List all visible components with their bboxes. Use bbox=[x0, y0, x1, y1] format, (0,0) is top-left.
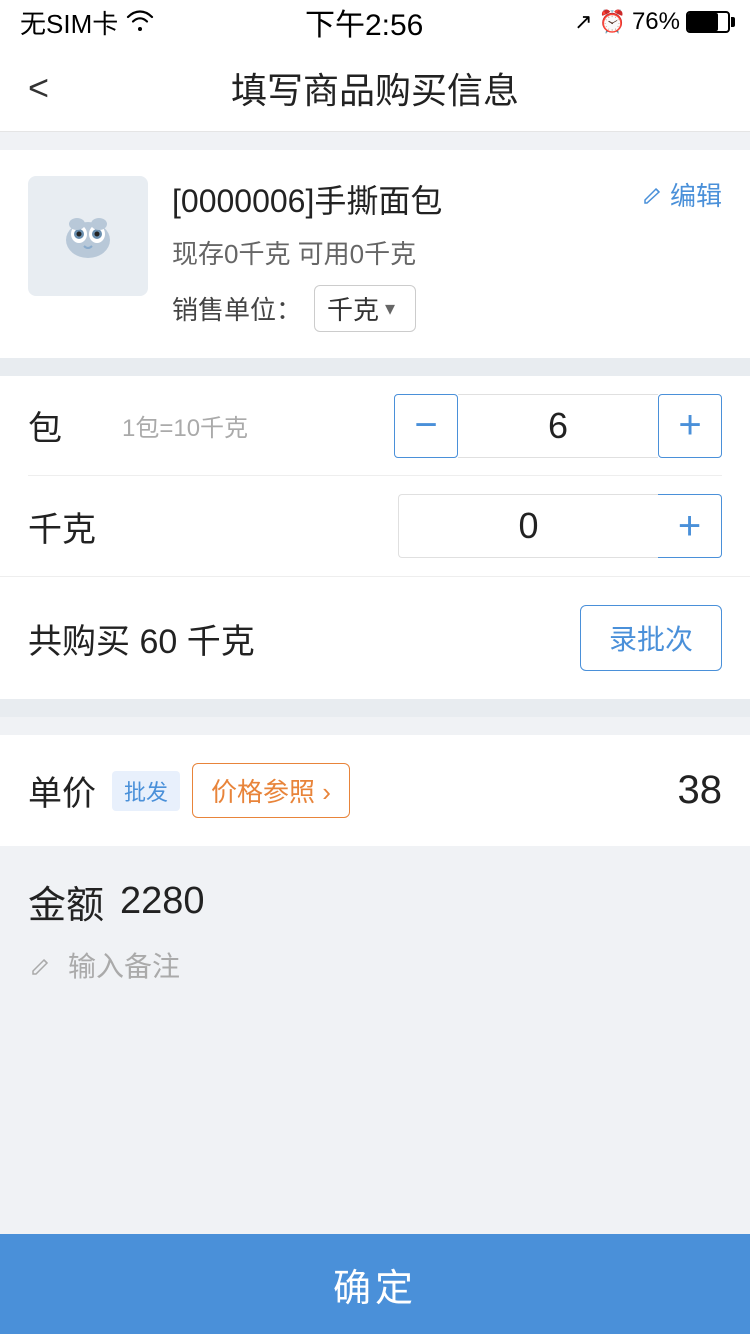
kg-quantity-input[interactable] bbox=[398, 494, 658, 558]
product-name: [0000006]手撕面包 bbox=[172, 176, 722, 222]
product-unit-row: 销售单位： 千克 ▾ bbox=[172, 285, 722, 332]
content-spacer bbox=[0, 1005, 750, 1265]
remark-row[interactable]: 输入备注 bbox=[28, 945, 722, 985]
price-section: 单价 批发 价格参照 › 38 bbox=[0, 735, 750, 846]
amount-value: 2280 bbox=[120, 880, 205, 923]
price-ref-button[interactable]: 价格参照 › bbox=[192, 763, 350, 818]
kg-plus-button[interactable]: + bbox=[658, 494, 722, 558]
amount-section: 金额 2280 输入备注 bbox=[0, 846, 750, 1005]
bag-plus-button[interactable]: + bbox=[658, 394, 722, 458]
status-right: ↗ ⏰ 76% bbox=[574, 8, 730, 36]
confirm-label: 确定 bbox=[333, 1257, 417, 1312]
nav-bar: < 填写商品购买信息 bbox=[0, 44, 750, 132]
record-batch-button[interactable]: 录批次 bbox=[580, 605, 722, 671]
kg-controls: + bbox=[398, 494, 722, 558]
confirm-button[interactable]: 确定 bbox=[0, 1234, 750, 1334]
edit-button[interactable]: 编辑 bbox=[642, 176, 722, 213]
dropdown-icon: ▾ bbox=[385, 296, 395, 321]
amount-label: 金额 bbox=[28, 874, 104, 929]
wifi-icon bbox=[126, 7, 154, 38]
product-info: [0000006]手撕面包 现存0千克 可用0千克 销售单位： 千克 ▾ bbox=[172, 176, 722, 332]
alarm-icon: ⏰ bbox=[599, 9, 626, 35]
unit-select[interactable]: 千克 ▾ bbox=[314, 285, 416, 332]
total-label: 共购买 60 千克 bbox=[28, 614, 255, 663]
bag-controls: − + bbox=[394, 394, 722, 458]
section-divider-1 bbox=[0, 358, 750, 376]
status-bar: 无SIM卡 下午2:56 ↗ ⏰ 76% bbox=[0, 0, 750, 44]
price-label: 单价 bbox=[28, 766, 96, 815]
bag-quantity-input[interactable] bbox=[458, 394, 658, 458]
kg-label: 千克 bbox=[28, 502, 108, 551]
location-icon: ↗ bbox=[574, 9, 592, 35]
unit-label: 销售单位： bbox=[172, 290, 302, 327]
battery-percent: 76% bbox=[632, 8, 680, 36]
back-button[interactable]: < bbox=[28, 67, 49, 109]
page-title: 填写商品购买信息 bbox=[231, 62, 519, 114]
status-time: 下午2:56 bbox=[305, 0, 423, 44]
price-value: 38 bbox=[678, 768, 723, 813]
bag-minus-button[interactable]: − bbox=[394, 394, 458, 458]
amount-row: 金额 2280 bbox=[28, 874, 722, 929]
product-card: [0000006]手撕面包 现存0千克 可用0千克 销售单位： 千克 ▾ 编辑 bbox=[0, 150, 750, 358]
product-stock: 现存0千克 可用0千克 bbox=[172, 234, 722, 271]
status-left: 无SIM卡 bbox=[20, 4, 154, 41]
bag-input-row: 包 1包=10千克 − + bbox=[28, 376, 722, 476]
kg-input-row: 千克 + bbox=[28, 476, 722, 576]
unit-value: 千克 bbox=[327, 290, 379, 327]
price-tag-batch: 批发 bbox=[112, 771, 180, 811]
battery-icon bbox=[686, 11, 730, 33]
carrier-label: 无SIM卡 bbox=[20, 4, 118, 41]
input-section: 包 1包=10千克 − + 千克 + bbox=[0, 376, 750, 576]
bag-label: 包 bbox=[28, 401, 108, 450]
section-divider-2 bbox=[0, 699, 750, 717]
bag-sub-label: 1包=10千克 bbox=[122, 408, 248, 443]
edit-label: 编辑 bbox=[670, 176, 722, 213]
total-row: 共购买 60 千克 录批次 bbox=[0, 576, 750, 699]
remark-label: 输入备注 bbox=[68, 945, 180, 985]
product-thumbnail bbox=[28, 176, 148, 296]
